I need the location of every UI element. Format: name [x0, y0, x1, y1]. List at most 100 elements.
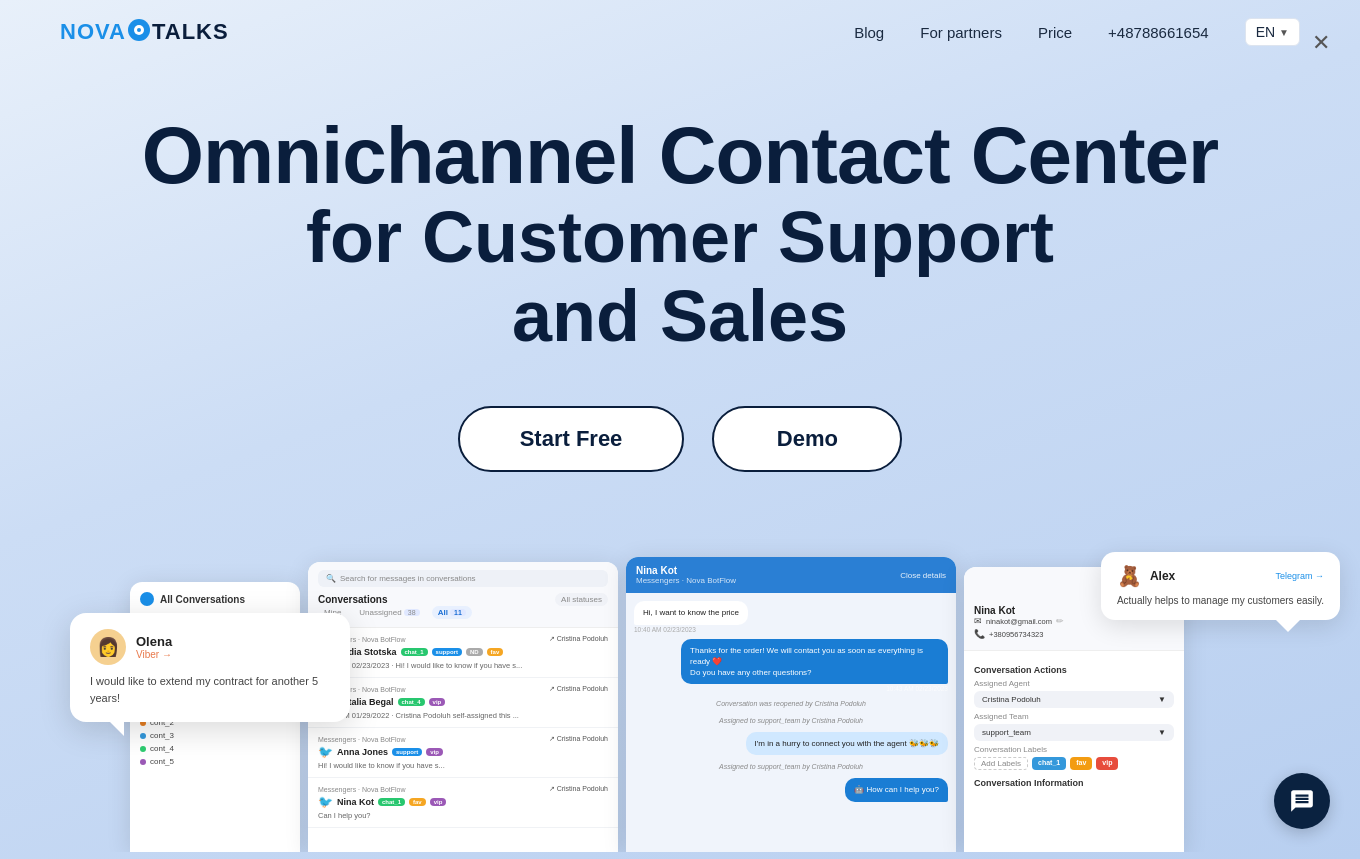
unassigned-badge: 38 [404, 609, 420, 616]
conv-labels-label: Conversation Labels [974, 745, 1174, 754]
system-msg-1: Conversation was reopened by Cristina Po… [634, 698, 948, 709]
search-icon: 🔍 [326, 574, 336, 583]
contact-phone: +380956734323 [989, 630, 1043, 639]
conversations-title: Conversations [318, 594, 387, 605]
avatar-anna: 🐦 [318, 745, 333, 759]
start-free-button[interactable]: Start Free [458, 406, 685, 472]
olena-text: I would like to extend my contract for a… [90, 673, 330, 706]
nav-price[interactable]: Price [1038, 24, 1072, 41]
convo-preview-4: Can I help you? [318, 811, 608, 820]
message-2: Thanks for the order! We will contact yo… [681, 639, 948, 685]
actions-section-title: Conversation Actions [974, 665, 1174, 675]
tag-chat4: chat_4 [398, 698, 425, 706]
tag-vip: vip [429, 698, 446, 706]
search-bar[interactable]: 🔍 Search for messages in conversations [318, 570, 608, 587]
lang-selector[interactable]: EN ▼ [1245, 18, 1300, 46]
add-labels-btn[interactable]: Add Labels [974, 757, 1028, 770]
phone-icon: 📞 [974, 629, 985, 639]
label-name-5: cont_5 [150, 757, 174, 766]
chat-source: Messengers · Nova BotFlow [636, 576, 736, 585]
tab-all[interactable]: All 11 [432, 606, 472, 619]
all-badge: 11 [450, 609, 466, 616]
chat-icon [1289, 788, 1315, 814]
nav-phone: +48788661654 [1108, 24, 1209, 41]
convo-preview-2: 10:06 AM 01/29/2022 · Cristina Podoluh s… [318, 711, 608, 720]
system-msg-3: Assigned to support_team by Cristina Pod… [634, 761, 948, 772]
actions-section: Conversation Actions Assigned Agent Cris… [964, 651, 1184, 800]
sidebar-title: All Conversations [160, 594, 245, 605]
contact-email: ninakot@gmail.com [986, 617, 1052, 626]
chat-widget-button[interactable] [1274, 773, 1330, 829]
message-3: I'm in a hurry to connect you with the a… [746, 732, 949, 755]
msg-time-2: 10:43 AM 02/23/2023 [886, 685, 948, 692]
assigned-team-select[interactable]: support_team ▼ [974, 724, 1174, 741]
chevron-down-icon: ▼ [1279, 27, 1289, 38]
filter-all-statuses[interactable]: All statuses [555, 593, 608, 606]
tag-vip-2: vip [426, 748, 443, 756]
convo-agent-2: ↗ Cristina Podoluh [549, 685, 608, 693]
conversations-panel: 🔍 Search for messages in conversations C… [308, 562, 618, 852]
label-4[interactable]: cont_4 [140, 742, 290, 755]
label-dot-3 [140, 733, 146, 739]
convo-source-4: Messengers · Nova BotFlow [318, 786, 406, 793]
assigned-agent-value: Cristina Podoluh [982, 695, 1041, 704]
convo-agent-3: ↗ Cristina Podoluh [549, 735, 608, 743]
conversation-item-anna[interactable]: Messengers · Nova BotFlow ↗ Cristina Pod… [308, 728, 618, 778]
label-name-3: cont_3 [150, 731, 174, 740]
chat-panel: Nina Kot Messengers · Nova BotFlow Close… [626, 557, 956, 852]
logo-icon [128, 19, 150, 45]
tag-chat1-2: chat_1 [378, 798, 405, 806]
convo-agent-1: ↗ Cristina Podoluh [549, 635, 608, 643]
assigned-agent-select[interactable]: Cristina Podoluh ▼ [974, 691, 1174, 708]
tag-fav-2: fav [409, 798, 426, 806]
conversations-tabs: Mine Unassigned 38 All 11 [318, 606, 608, 619]
logo[interactable]: NOVA TALKS [60, 19, 229, 45]
convo-name-2: 🐦 Natalia Begal chat_4 vip [318, 695, 608, 709]
conv-info-section-title: Conversation Information [974, 778, 1174, 788]
olena-avatar: 👩 [90, 629, 126, 665]
testimonial-alex-card: 🧸 Alex Telegram → Actually helps to mana… [1101, 552, 1340, 620]
conversation-item-nina[interactable]: Messengers · Nova BotFlow ↗ Cristina Pod… [308, 778, 618, 828]
logo-nova: NOVA [60, 19, 126, 45]
search-placeholder: Search for messages in conversations [340, 574, 476, 583]
demo-button[interactable]: Demo [712, 406, 902, 472]
convo-name-3: 🐦 Anna Jones support vip [318, 745, 608, 759]
nav-blog[interactable]: Blog [854, 24, 884, 41]
nav-partners[interactable]: For partners [920, 24, 1002, 41]
tab-unassigned[interactable]: Unassigned 38 [353, 606, 425, 619]
conversation-item-nadia[interactable]: Messengers · Nova BotFlow ↗ Cristina Pod… [308, 628, 618, 678]
conversations-header: 🔍 Search for messages in conversations C… [308, 562, 618, 628]
olena-name: Olena [136, 634, 172, 649]
hero-title-line1: Omnichannel Contact Center [60, 114, 1300, 198]
message-1: Hi, I want to know the price [634, 601, 748, 624]
label-dot-4 [140, 746, 146, 752]
label-3[interactable]: cont_3 [140, 729, 290, 742]
assigned-team-value: support_team [982, 728, 1031, 737]
sidebar-icon [140, 592, 154, 606]
label-5[interactable]: cont_5 [140, 755, 290, 768]
convo-preview-3: Hi! I would like to know if you have s..… [318, 761, 608, 770]
testimonial-olena-card: 👩 Olena Viber → I would like to extend m… [70, 613, 350, 722]
alex-avatar: 🧸 [1117, 564, 1142, 588]
assigned-team-label: Assigned Team [974, 712, 1174, 721]
conversation-item-natalia[interactable]: Messengers · Nova BotFlow ↗ Cristina Pod… [308, 678, 618, 728]
screenshots-area: 👩 Olena Viber → I would like to extend m… [0, 532, 1360, 852]
convo-source-3: Messengers · Nova BotFlow [318, 736, 406, 743]
message-4: 🤖 How can I help you? [845, 778, 948, 801]
system-msg-2: Assigned to support_team by Cristina Pod… [634, 715, 948, 726]
chat-messages: Hi, I want to know the price 10:40 AM 02… [626, 593, 956, 852]
logo-talks: TALKS [152, 19, 229, 45]
avatar-nina: 🐦 [318, 795, 333, 809]
edit-email-icon[interactable]: ✏ [1056, 616, 1064, 626]
label-dot-5 [140, 759, 146, 765]
msg-time-1: 10:40 AM 02/23/2023 [634, 626, 696, 633]
cta-row: Start Free Demo [60, 406, 1300, 472]
close-details-btn[interactable]: Close details [900, 571, 946, 580]
conv-labels-row: Add Labels chat_1 fav vip [974, 757, 1174, 770]
olena-source: Viber → [136, 649, 172, 660]
close-button[interactable]: ✕ [1312, 30, 1330, 56]
lang-label: EN [1256, 24, 1275, 40]
svg-point-2 [137, 28, 141, 32]
tag-fav: fav [487, 648, 504, 656]
alex-source: Telegram → [1275, 571, 1324, 581]
